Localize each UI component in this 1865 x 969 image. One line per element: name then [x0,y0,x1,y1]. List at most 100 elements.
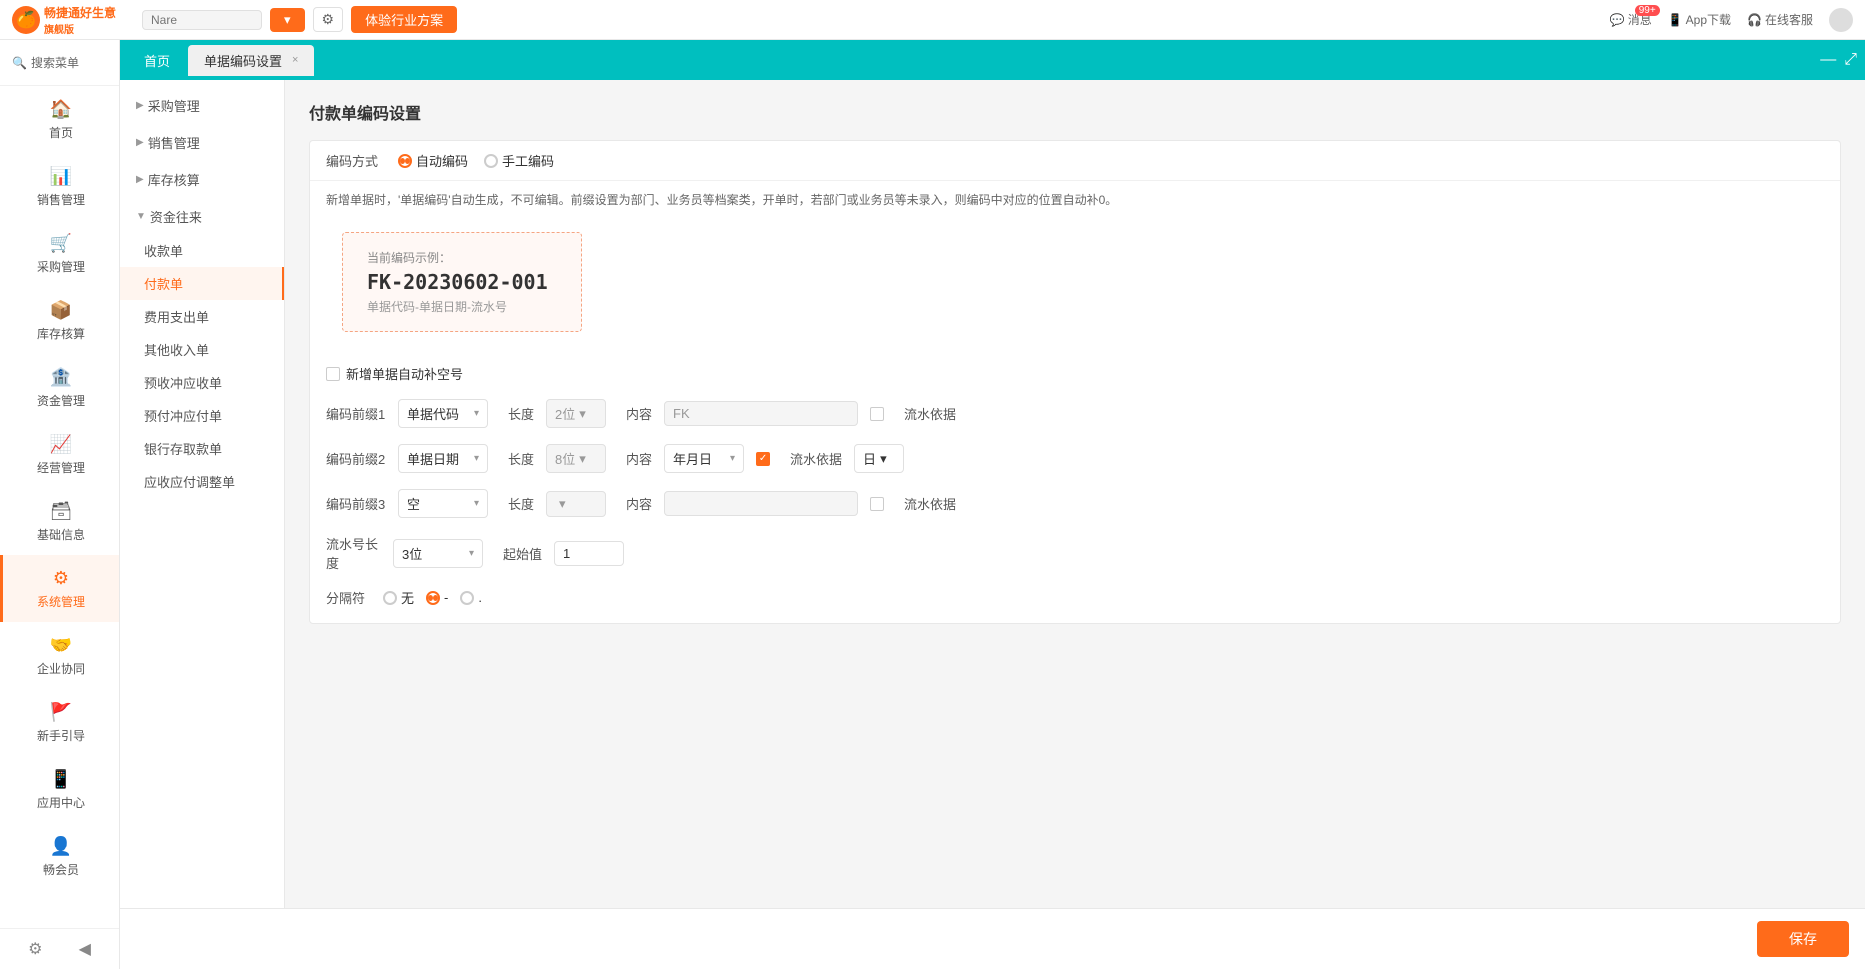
page-footer: 保存 [120,908,1865,969]
service-btn[interactable]: 🎧 在线客服 [1747,11,1813,28]
sep-row: 分隔符 无 - [326,588,1824,607]
operations-icon: 📈 [50,433,72,455]
encode-mode-row: 编码方式 自动编码 手工编码 [310,141,1840,181]
left-nav-item-advance-ap[interactable]: 预收冲应收单 [120,366,284,399]
trial-btn[interactable]: 体验行业方案 [351,6,457,33]
left-nav-group-funds-title[interactable]: ▼ 资金往来 [120,199,284,234]
manual-encode-radio[interactable]: 手工编码 [484,151,554,170]
serial-length-label: 流水号长度 [326,534,381,572]
left-nav-item-receipt[interactable]: 收款单 [120,234,284,267]
prefix3-select[interactable]: 空 ▾ [398,489,488,518]
prefix3-content-input [664,491,858,516]
sidebar-item-enterprise[interactable]: 🤝 企业协同 [0,622,119,689]
sidebar-item-sales[interactable]: 📊 销售管理 [0,153,119,220]
prefix2-content-label: 内容 [626,449,652,468]
left-nav-item-other-income[interactable]: 其他收入单 [120,333,284,366]
active-tab-label: 单据编码设置 [204,51,282,70]
tab-maximize-btn[interactable]: ⤢ [1844,51,1857,69]
left-nav-group-stock-title[interactable]: ▶ 库存核算 [120,162,284,197]
purchase-icon: 🛒 [50,232,72,254]
home-tab-label: 首页 [144,51,170,70]
system-icon: ⚙ [50,567,72,589]
app-name: 畅捷通好生意 [44,4,116,21]
tab-close-btn[interactable]: × [292,54,298,66]
avatar[interactable] [1829,8,1853,32]
prefix3-serial-checkbox[interactable] [870,497,884,511]
sidebar-item-purchase[interactable]: 🛒 采购管理 [0,220,119,287]
auto-fill-checkbox[interactable] [326,367,340,381]
sep-dot[interactable]: . [460,590,482,605]
breadcrumb-input[interactable] [142,10,262,30]
left-nav-group-purchase-title[interactable]: ▶ 采购管理 [120,88,284,123]
message-btn[interactable]: 💬 消息 99+ [1610,11,1652,28]
sep-hyphen-dot [426,591,440,605]
prefix2-length-label: 长度 [508,449,534,468]
funds-arrow: ▼ [136,211,146,222]
prefix1-label: 编码前缀1 [326,404,386,423]
sidebar-item-operations[interactable]: 📈 经营管理 [0,421,119,488]
prefix2-label: 编码前缀2 [326,449,386,468]
left-nav-item-ar-ap-adjust[interactable]: 应收应付调整单 [120,465,284,498]
sidebar-collapse-btn[interactable]: ◀ [79,939,91,959]
prefix3-label: 编码前缀3 [326,494,386,513]
prefix2-arrow: ▾ [474,453,479,464]
sep-none[interactable]: 无 [383,588,414,607]
preview-code: FK-20230602-001 [367,270,557,294]
save-button[interactable]: 保存 [1757,921,1849,957]
basic-icon: 🗃 [50,500,72,522]
sales-arrow: ▶ [136,137,144,148]
download-btn[interactable]: 📱 App下载 [1668,11,1731,28]
inventory-icon: 📦 [50,299,72,321]
tab-minimize-btn[interactable]: — [1820,51,1836,69]
guide-icon: 🚩 [50,701,72,723]
left-nav-group-funds: ▼ 资金往来 收款单 付款单 费用支出单 其他收入单 预收冲应收单 预付冲应付单… [120,199,284,498]
search-menu-btn[interactable]: 🔍 搜索菜单 [8,50,111,75]
dropdown-btn[interactable]: ▾ [270,8,305,32]
prefix2-content-arrow: ▾ [730,453,735,464]
prefix2-day-select[interactable]: 日 ▾ [854,444,904,473]
sidebar-settings-btn[interactable]: ⚙ [28,939,42,959]
prefix1-select[interactable]: 单据代码 ▾ [398,399,488,428]
sidebar-item-appcenter[interactable]: 📱 应用中心 [0,756,119,823]
sidebar-item-basic[interactable]: 🗃 基础信息 [0,488,119,555]
tab-home[interactable]: 首页 [128,45,186,76]
prefix1-length-label: 长度 [508,404,534,423]
auto-encode-dot [398,154,412,168]
enterprise-icon: 🤝 [50,634,72,656]
auto-encode-radio[interactable]: 自动编码 [398,151,468,170]
member-icon: 👤 [50,835,72,857]
start-value-input[interactable] [554,541,624,566]
sidebar-item-inventory[interactable]: 📦 库存核算 [0,287,119,354]
serial-length-select[interactable]: 3位 ▾ [393,539,483,568]
serial-length-arrow: ▾ [469,548,474,559]
sidebar-item-guide[interactable]: 🚩 新手引导 [0,689,119,756]
prefix2-select[interactable]: 单据日期 ▾ [398,444,488,473]
prefix3-row: 编码前缀3 空 ▾ 长度 ▾ 内容 [326,489,1824,518]
prefix3-length-label: 长度 [508,494,534,513]
left-nav-group-sales-title[interactable]: ▶ 销售管理 [120,125,284,160]
prefix2-serial-checkbox[interactable]: ✓ [756,452,770,466]
prefix1-serial-checkbox[interactable] [870,407,884,421]
stock-arrow: ▶ [136,174,144,185]
left-nav-item-payment[interactable]: 付款单 [120,267,284,300]
sidebar-item-member[interactable]: 👤 畅会员 [0,823,119,890]
left-nav: ▶ 采购管理 ▶ 销售管理 ▶ 库存核算 [120,80,285,908]
left-nav-item-expense[interactable]: 费用支出单 [120,300,284,333]
prefix2-content-select[interactable]: 年月日 ▾ [664,444,744,473]
settings-btn[interactable]: ⚙ [313,7,344,32]
tab-active[interactable]: 单据编码设置 × [188,45,314,76]
prefix1-content-input [664,401,858,426]
left-nav-item-bank-deposit[interactable]: 银行存取款单 [120,432,284,465]
auto-fill-label: 新增单据自动补空号 [346,364,463,383]
sidebar-item-finance[interactable]: 🏦 资金管理 [0,354,119,421]
spacer [309,640,1841,840]
sep-label: 分隔符 [326,588,371,607]
purchase-arrow: ▶ [136,100,144,111]
sep-hyphen[interactable]: - [426,590,448,605]
sidebar-item-system[interactable]: ⚙ 系统管理 [0,555,119,622]
serial-length-row: 流水号长度 3位 ▾ 起始值 [326,534,1824,572]
sep-dot-dot [460,591,474,605]
prefix2-serial-label: 流水依据 [790,449,842,468]
left-nav-item-advance-pay[interactable]: 预付冲应付单 [120,399,284,432]
sidebar-item-home[interactable]: 🏠 首页 [0,86,119,153]
